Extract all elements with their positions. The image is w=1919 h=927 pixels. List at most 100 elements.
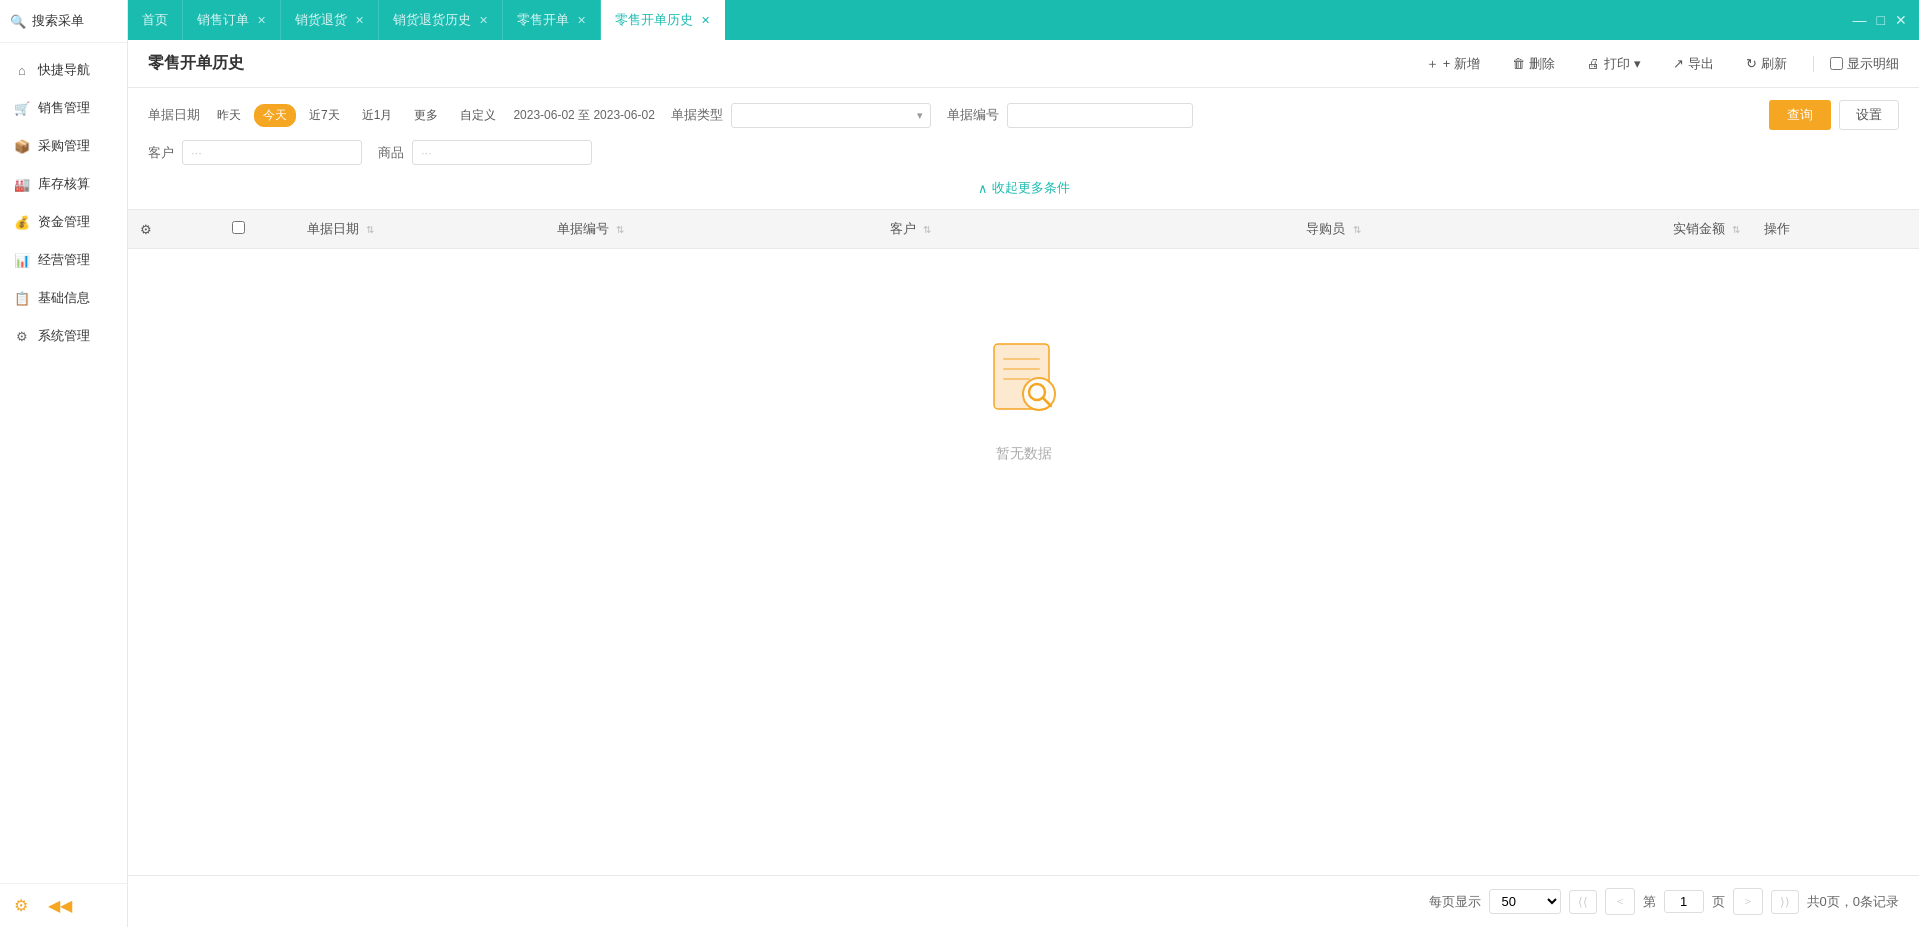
settings-footer-icon[interactable]: ⚙: [14, 896, 28, 915]
tab-sales-order[interactable]: 销售订单 ✕: [183, 0, 281, 40]
tab-sales-return-label: 销货退货: [295, 11, 347, 29]
sidebar-item-inventory[interactable]: 🏭 库存核算: [0, 165, 127, 203]
add-button[interactable]: ＋ + 新增: [1416, 51, 1490, 77]
sort-guide-icon[interactable]: ⇅: [1353, 224, 1361, 235]
refresh-button[interactable]: ↻ 刷新: [1736, 51, 1797, 77]
date-range-text: 2023-06-02 至 2023-06-02: [513, 107, 654, 124]
page-label: 第: [1643, 893, 1656, 911]
sidebar-item-operations[interactable]: 📊 经营管理: [0, 241, 127, 279]
filter-area: 单据日期 昨天 今天 近7天 近1月 更多 自定义 2023-06-02 至 2…: [128, 88, 1919, 210]
date-btn-more[interactable]: 更多: [405, 104, 447, 127]
empty-row: 暂无数据: [128, 249, 1919, 544]
box-icon: 📦: [14, 138, 30, 154]
sidebar-item-sales-mgmt[interactable]: 🛒 销售管理: [0, 89, 127, 127]
customer-filter: 客户 ···: [148, 140, 362, 165]
show-detail-checkbox[interactable]: [1830, 57, 1843, 70]
print-icon: 🖨: [1587, 56, 1600, 71]
print-dropdown-icon: ▾: [1634, 56, 1641, 71]
sidebar-nav: ⌂ 快捷导航 🛒 销售管理 📦 采购管理 🏭 库存核算 💰 资金管理 📊 经营管…: [0, 43, 127, 883]
sidebar: 🔍 搜索采单 ⌂ 快捷导航 🛒 销售管理 📦 采购管理 🏭 库存核算 💰 资金管…: [0, 0, 128, 927]
toolbar: ＋ + 新增 🗑 删除 🖨 打印 ▾ ↗ 导出 ↻: [1416, 51, 1899, 77]
th-customer: 客户 ⇅: [878, 210, 1295, 249]
order-no-input[interactable]: [1007, 103, 1193, 128]
tab-sales-return-close[interactable]: ✕: [355, 14, 364, 27]
date-btn-custom[interactable]: 自定义: [451, 104, 505, 127]
first-page-btn[interactable]: ⟨⟨: [1569, 890, 1597, 914]
tab-retail-open[interactable]: 零售开单 ✕: [503, 0, 601, 40]
date-btn-yesterday[interactable]: 昨天: [208, 104, 250, 127]
tab-sales-return-history[interactable]: 销货退货历史 ✕: [379, 0, 503, 40]
sidebar-item-purchase-mgmt[interactable]: 📦 采购管理: [0, 127, 127, 165]
print-button[interactable]: 🖨 打印 ▾: [1577, 51, 1651, 77]
order-no-filter: 单据编号: [947, 103, 1193, 128]
sort-customer-icon[interactable]: ⇅: [923, 224, 931, 235]
data-table: ⚙ 单据日期 ⇅ 单据编号 ⇅: [128, 210, 1919, 543]
select-all-checkbox[interactable]: [232, 221, 245, 234]
delete-button[interactable]: 🗑 删除: [1502, 51, 1565, 77]
system-icon: ⚙: [14, 328, 30, 344]
delete-icon: 🗑: [1512, 56, 1525, 71]
window-close-icon[interactable]: ✕: [1895, 12, 1907, 28]
sidebar-item-quick-nav[interactable]: ⌂ 快捷导航: [0, 51, 127, 89]
th-operation: 操作: [1752, 210, 1919, 249]
tab-sales-order-label: 销售订单: [197, 11, 249, 29]
customer-input[interactable]: ···: [182, 140, 362, 165]
sidebar-item-base-info[interactable]: 📋 基础信息: [0, 279, 127, 317]
column-settings-icon[interactable]: ⚙: [140, 222, 152, 237]
collapse-button[interactable]: ∧ 收起更多条件: [978, 175, 1070, 201]
date-btn-today[interactable]: 今天: [254, 104, 296, 127]
tab-retail-open-close[interactable]: ✕: [577, 14, 586, 27]
warehouse-icon: 🏭: [14, 176, 30, 192]
th-no: 单据编号 ⇅: [545, 210, 878, 249]
tab-home-label: 首页: [142, 11, 168, 29]
sidebar-item-finance[interactable]: 💰 资金管理: [0, 203, 127, 241]
window-minimize-icon[interactable]: —: [1853, 12, 1867, 28]
search-label: 搜索采单: [32, 12, 84, 30]
window-maximize-icon[interactable]: □: [1877, 12, 1885, 28]
last-page-btn[interactable]: ⟩⟩: [1771, 890, 1799, 914]
empty-illustration: [974, 329, 1074, 429]
customer-label: 客户: [148, 144, 174, 162]
prev-page-btn[interactable]: ＜: [1605, 888, 1635, 915]
sort-no-icon[interactable]: ⇅: [616, 224, 624, 235]
product-input[interactable]: ···: [412, 140, 592, 165]
per-page-label: 每页显示: [1429, 893, 1481, 911]
sort-amount-icon[interactable]: ⇅: [1732, 224, 1740, 235]
date-btn-last7[interactable]: 近7天: [300, 104, 349, 127]
product-label: 商品: [378, 144, 404, 162]
home-icon: ⌂: [14, 62, 30, 78]
export-button[interactable]: ↗ 导出: [1663, 51, 1724, 77]
page-number-input[interactable]: [1664, 890, 1704, 913]
order-type-select[interactable]: [731, 103, 931, 128]
page-content: 零售开单历史 ＋ + 新增 🗑 删除 🖨 打印 ▾ ↗ 导出: [128, 40, 1919, 927]
show-detail-label[interactable]: 显示明细: [1830, 55, 1899, 73]
page-size-select[interactable]: 50 10 20 100: [1489, 889, 1561, 914]
tab-home[interactable]: 首页: [128, 0, 183, 40]
query-button[interactable]: 查询: [1769, 100, 1831, 130]
order-type-select-wrapper: [731, 103, 931, 128]
date-btn-last-month[interactable]: 近1月: [353, 104, 402, 127]
refresh-icon: ↻: [1746, 56, 1757, 71]
page-total: 共0页，0条记录: [1807, 893, 1899, 911]
tab-sales-return[interactable]: 销货退货 ✕: [281, 0, 379, 40]
product-filter: 商品 ···: [378, 140, 592, 165]
pagination: 每页显示 50 10 20 100 ⟨⟨ ＜ 第 页 ＞ ⟩⟩ 共0页，0条记录: [128, 875, 1919, 927]
finance-icon: 💰: [14, 214, 30, 230]
tab-retail-history[interactable]: 零售开单历史 ✕: [601, 0, 725, 40]
sidebar-item-system-mgmt[interactable]: ⚙ 系统管理: [0, 317, 127, 355]
tab-bar-right: — □ ✕: [1853, 12, 1919, 28]
next-page-btn[interactable]: ＞: [1733, 888, 1763, 915]
collapse-icon: ∧: [978, 181, 988, 196]
nav-label: 资金管理: [38, 213, 90, 231]
sidebar-footer: ⚙ ◀◀: [0, 883, 127, 927]
empty-state: 暂无数据: [128, 249, 1919, 543]
order-no-label: 单据编号: [947, 106, 999, 124]
tab-sales-order-close[interactable]: ✕: [257, 14, 266, 27]
search-menu-btn[interactable]: 🔍 搜索采单: [0, 0, 127, 43]
sort-date-icon[interactable]: ⇅: [366, 224, 374, 235]
tab-retail-history-label: 零售开单历史: [615, 11, 693, 29]
collapse-sidebar-icon[interactable]: ◀◀: [48, 896, 72, 915]
setting-button[interactable]: 设置: [1839, 100, 1899, 130]
tab-sales-return-history-close[interactable]: ✕: [479, 14, 488, 27]
tab-retail-history-close[interactable]: ✕: [701, 14, 710, 27]
